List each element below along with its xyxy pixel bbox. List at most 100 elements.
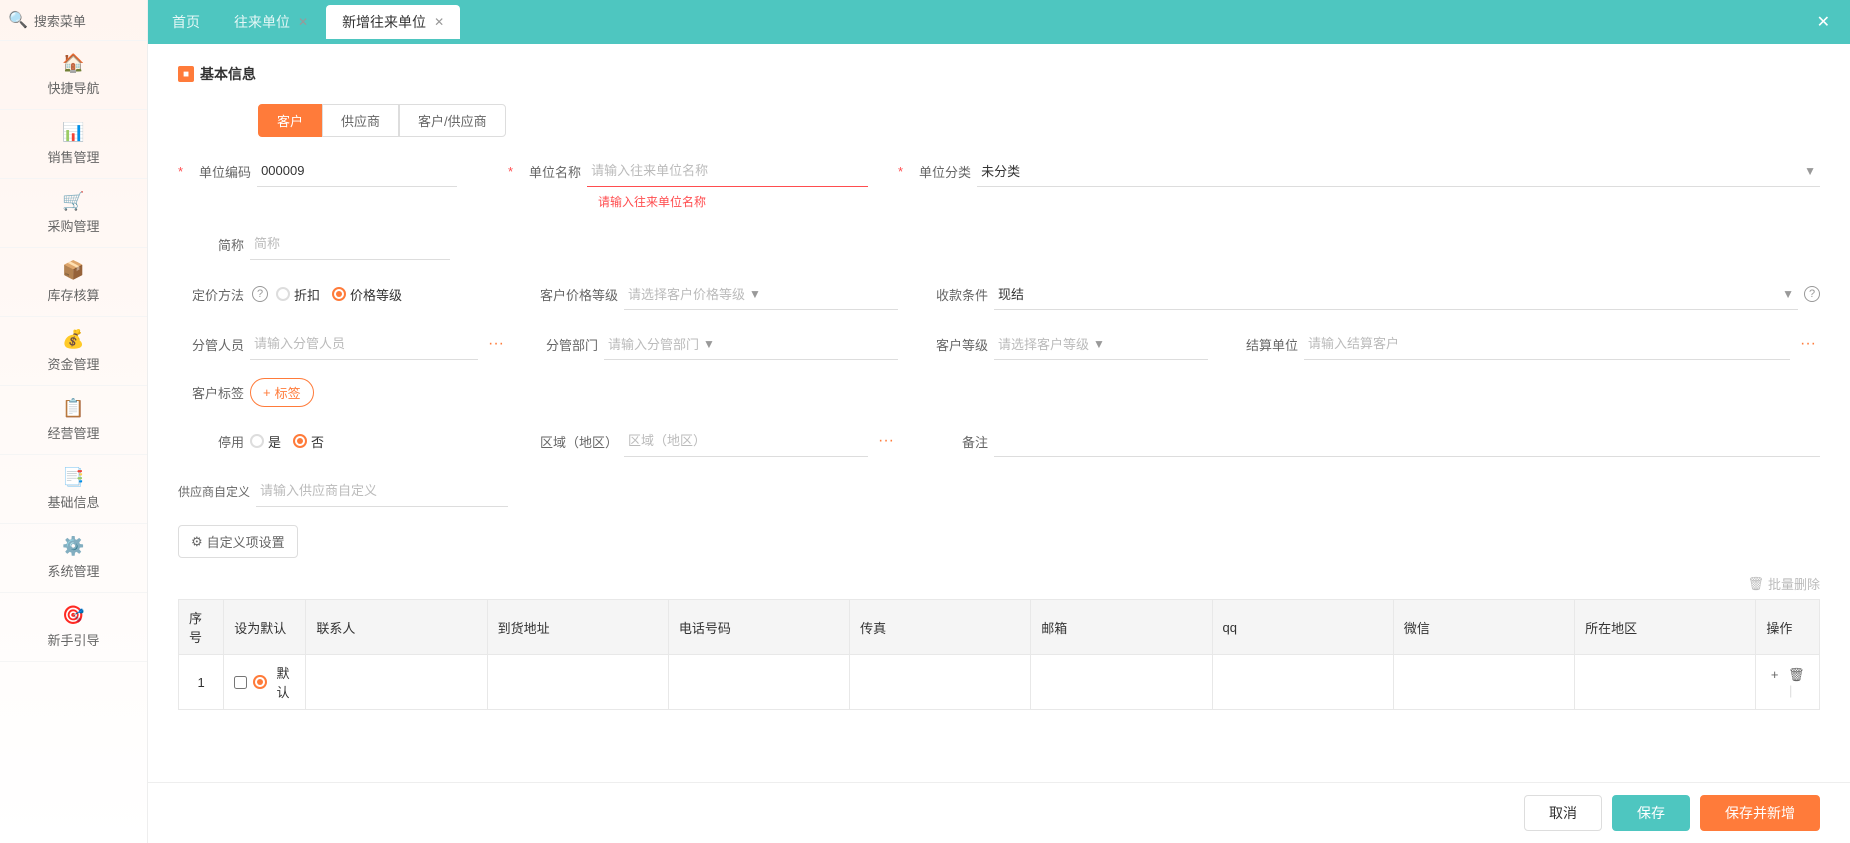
disabled-yes-option[interactable]: 是 [250,432,281,451]
col-region: 所在地区 [1575,600,1756,655]
unit-code-field: * 单位编码 [178,155,508,187]
region-label: 区域（地区） [538,432,618,451]
bottom-bar: 取消 保存 保存并新增 [148,782,1850,843]
unit-code-input[interactable] [257,155,457,187]
row-email-input[interactable] [1041,666,1201,698]
unit-category-label: 单位分类 [911,162,971,181]
batch-delete-row: 🗑 批量删除 [178,574,1820,593]
customer-price-level-chevron: ▼ [749,287,761,301]
save-button[interactable]: 保存 [1612,795,1690,831]
row-qq-input[interactable] [1223,666,1383,698]
disabled-no-label: 否 [311,432,324,451]
row-fax-input[interactable] [860,666,1020,698]
payment-terms-select[interactable]: 现结 ▼ [994,278,1798,310]
custom-settings-btn[interactable]: ⚙ 自定义项设置 [178,525,298,558]
pricing-level-radio [332,287,346,301]
save-new-button[interactable]: 保存并新增 [1700,795,1820,831]
short-name-input[interactable] [250,228,450,260]
sidebar-item-purchase[interactable]: 🛒 采购管理 [0,179,147,248]
row-add-btn[interactable]: + [1771,667,1779,682]
sidebar-label-basic-info: 基础信息 [47,492,99,511]
tab-new-partner[interactable]: 新增往来单位 ✕ [326,5,460,39]
row-delete-btn[interactable]: 🗑 [1788,667,1805,682]
finance-icon: 💰 [62,329,84,350]
customer-level-select[interactable]: 请选择客户等级 ▼ [994,328,1208,360]
row-default-radio[interactable]: 默认 [253,663,295,701]
payment-terms-help-icon[interactable]: ? [1804,286,1820,302]
supplier-custom-field: 供应商自定义 [178,475,508,507]
sidebar-search[interactable]: 🔍 搜索菜单 [0,0,147,41]
sidebar: 🔍 搜索菜单 🏠 快捷导航 📊 销售管理 🛒 采购管理 📦 库存核算 💰 资金管… [0,0,148,843]
pricing-level-option[interactable]: 价格等级 [332,285,402,304]
unit-category-value: 未分类 [981,161,1800,180]
batch-delete-label[interactable]: 批量删除 [1768,574,1820,593]
row-scrollbar[interactable]: | [1789,683,1792,698]
section-title-text: 基本信息 [200,64,256,84]
supplier-custom-input[interactable] [256,475,508,507]
customer-tag-field: 客户标签 + 标签 [178,378,1820,407]
unit-name-input[interactable] [587,155,868,187]
unit-type-customer-btn[interactable]: 客户 [258,104,322,137]
sidebar-item-guide[interactable]: 🎯 新手引导 [0,593,147,662]
operations-icon: 📋 [62,398,84,419]
department-select[interactable]: 请输入分管部门 ▼ [604,328,898,360]
sidebar-item-inventory[interactable]: 📦 库存核算 [0,248,147,317]
row-wechat-input[interactable] [1404,666,1564,698]
add-tag-btn[interactable]: + 标签 [250,378,314,407]
purchase-icon: 🛒 [62,191,84,212]
unit-category-select[interactable]: 未分类 ▼ [977,155,1820,187]
unit-type-both-btn[interactable]: 客户/供应商 [399,104,506,137]
row-unit-code-name: * 单位编码 * 单位名称 请输入往来单位名称 * 单位分类 [178,155,1820,210]
sidebar-item-sales[interactable]: 📊 销售管理 [0,110,147,179]
tab-partners[interactable]: 往来单位 ✕ [218,5,324,39]
cancel-button[interactable]: 取消 [1524,795,1602,831]
customer-price-level-label: 客户价格等级 [538,285,618,304]
sidebar-item-basic-info[interactable]: 📑 基础信息 [0,455,147,524]
region-more-btn[interactable]: ··· [874,432,898,450]
sidebar-item-finance[interactable]: 💰 资金管理 [0,317,147,386]
sidebar-label-guide: 新手引导 [47,630,99,649]
col-index: 序号 [179,600,224,655]
close-all-tabs-btn[interactable]: ✕ [1805,12,1842,32]
department-label: 分管部门 [538,335,598,354]
sidebar-label-finance: 资金管理 [47,354,99,373]
tab-partners-close[interactable]: ✕ [298,15,308,29]
pricing-help-icon[interactable]: ? [252,286,268,302]
row-contact-input[interactable] [316,666,476,698]
pricing-discount-radio [276,287,290,301]
remark-input[interactable] [994,425,1820,457]
settlement-unit-input[interactable] [1304,328,1790,360]
sidebar-label-inventory: 库存核算 [47,285,99,304]
manager-label: 分管人员 [178,335,244,354]
pricing-discount-option[interactable]: 折扣 [276,285,320,304]
col-fax: 传真 [850,600,1031,655]
row-default-label: 默认 [271,663,296,701]
row-phone-input[interactable] [679,666,839,698]
tab-home[interactable]: 首页 [156,5,216,39]
sidebar-item-operations[interactable]: 📋 经营管理 [0,386,147,455]
disabled-no-option[interactable]: 否 [293,432,324,451]
guide-icon: 🎯 [62,605,84,626]
sidebar-item-system[interactable]: ⚙️ 系统管理 [0,524,147,593]
row-address-input[interactable] [498,666,658,698]
row-default-cell: 默认 [224,655,306,710]
remark-label: 备注 [928,432,988,451]
tab-new-partner-close[interactable]: ✕ [434,15,444,29]
manager-more-btn[interactable]: ··· [484,335,508,353]
manager-input[interactable] [250,328,478,360]
row-checkbox[interactable] [234,676,247,689]
region-input[interactable] [624,425,868,457]
sidebar-item-quick-nav[interactable]: 🏠 快捷导航 [0,41,147,110]
disabled-field: 停用 是 否 [178,432,508,451]
unit-type-supplier-btn[interactable]: 供应商 [322,104,399,137]
row-disabled: 停用 是 否 区域（地区） ··· 备注 [178,425,1820,457]
department-placeholder: 请输入分管部门 [608,334,699,353]
col-qq: qq [1212,600,1393,655]
row-region-input[interactable] [1585,666,1745,698]
settlement-unit-more-btn[interactable]: ··· [1796,335,1820,353]
pricing-method-field: 定价方法 ? 折扣 价格等级 [178,285,508,304]
tab-home-label: 首页 [172,12,200,32]
customer-price-level-select[interactable]: 请选择客户价格等级 ▼ [624,278,898,310]
section-title: ■ 基本信息 [178,64,1820,84]
settlement-unit-label: 结算单位 [1238,335,1298,354]
